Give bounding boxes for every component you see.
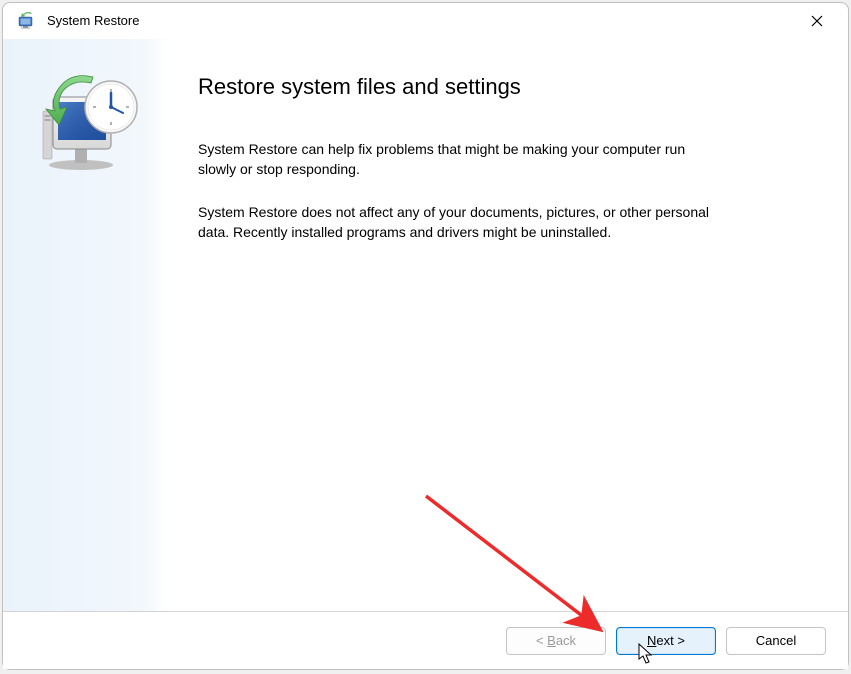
description-paragraph-2: System Restore does not affect any of yo… xyxy=(198,203,718,242)
app-icon xyxy=(17,11,37,31)
restore-graphic-icon xyxy=(31,69,141,174)
close-button[interactable] xyxy=(794,6,840,36)
system-restore-window: System Restore xyxy=(2,2,849,670)
description-paragraph-1: System Restore can help fix problems tha… xyxy=(198,140,718,179)
window-title: System Restore xyxy=(47,13,794,28)
body-area: Restore system files and settings System… xyxy=(3,39,848,611)
titlebar: System Restore xyxy=(3,3,848,39)
cancel-button[interactable]: Cancel xyxy=(726,627,826,655)
back-button: < Back xyxy=(506,627,606,655)
footer: < Back Next > Cancel xyxy=(3,611,848,669)
content-area: Restore system files and settings System… xyxy=(168,39,848,611)
page-heading: Restore system files and settings xyxy=(198,74,798,100)
close-icon xyxy=(811,15,823,27)
next-button[interactable]: Next > xyxy=(616,627,716,655)
sidebar xyxy=(3,39,168,611)
